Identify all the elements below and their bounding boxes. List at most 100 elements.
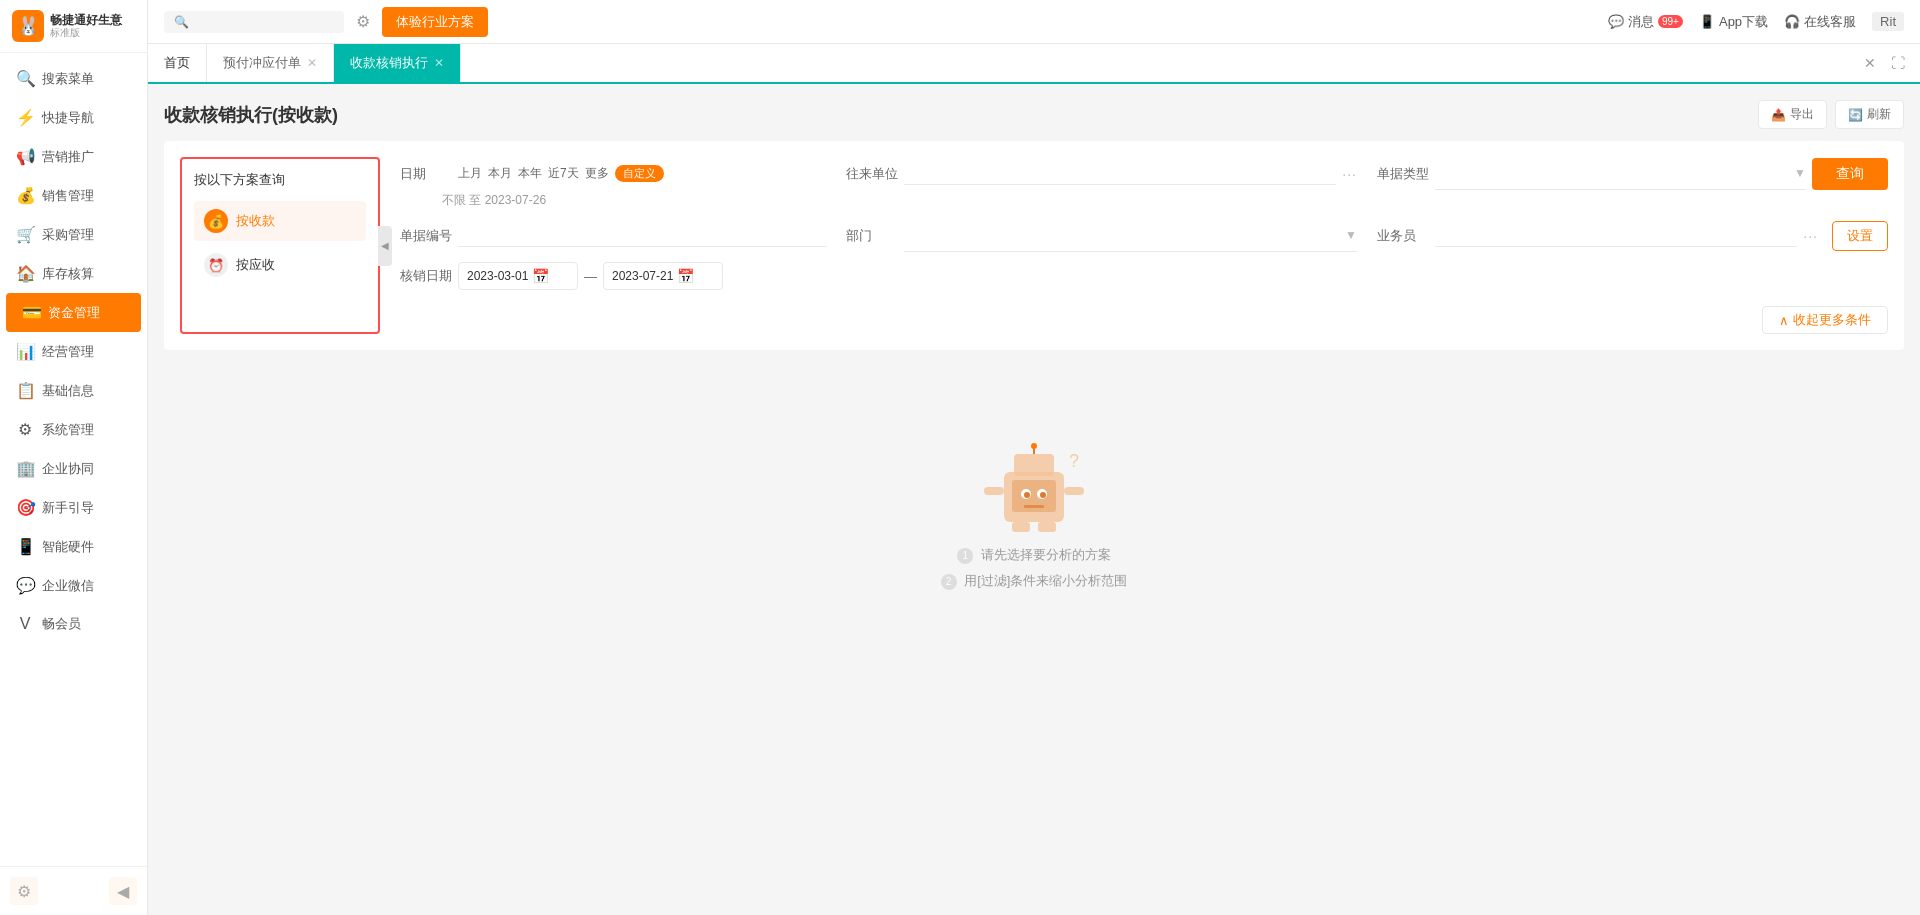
sidebar-item-guide[interactable]: 🎯新手引导: [0, 488, 147, 527]
svg-point-11: [1031, 443, 1037, 449]
query-by-collection[interactable]: 💰 按收款: [194, 201, 366, 241]
collection-tab-close-icon[interactable]: ✕: [434, 56, 444, 70]
message-icon: 💬: [1608, 14, 1624, 29]
member-label: 畅会员: [42, 615, 81, 633]
custom-date-badge[interactable]: 自定义: [615, 165, 664, 182]
guide-icon: 🎯: [16, 498, 34, 517]
username-display[interactable]: Rit: [1872, 12, 1904, 31]
prepay-tab-label: 预付冲应付单: [223, 54, 301, 72]
message-label: 消息: [1628, 13, 1654, 31]
sidebar-item-member[interactable]: V畅会员: [0, 605, 147, 643]
collapse-sidebar-icon[interactable]: ◀: [109, 877, 137, 905]
doc-type-select[interactable]: [1435, 161, 1790, 185]
home-tab-label: 首页: [164, 54, 190, 72]
more-date-btn[interactable]: 更多: [585, 165, 609, 182]
inventory-icon: 🏠: [16, 264, 34, 283]
sidebar-item-search-menu[interactable]: 🔍搜索菜单: [0, 59, 147, 98]
page-header: 收款核销执行(按收款) 📤 导出 🔄 刷新: [164, 100, 1904, 129]
svg-text:?: ?: [1069, 451, 1079, 471]
svg-rect-6: [1024, 505, 1044, 508]
last-7days-btn[interactable]: 近7天: [548, 165, 579, 182]
service-label: 在线客服: [1804, 13, 1856, 31]
service-icon: 🎧: [1784, 14, 1800, 29]
this-year-btn[interactable]: 本年: [518, 165, 542, 182]
filter-fields-area: 日期 上月 本月 本年 近7天 更多 自定义 往来单位 ···: [400, 157, 1888, 334]
settings-button[interactable]: 设置: [1832, 221, 1888, 251]
expand-tab-btn[interactable]: ⛶: [1886, 51, 1910, 75]
step2-badge: 2: [941, 574, 957, 590]
filter-row-3: 核销日期 2023-03-01 📅 — 2023-07-21 📅: [400, 262, 1888, 290]
counterpart-dots-icon[interactable]: ···: [1342, 166, 1357, 182]
counterpart-filter-cell: 往来单位 ···: [846, 162, 1357, 185]
action-buttons: 查询: [1812, 158, 1888, 190]
writeoff-date-label: 核销日期: [400, 267, 452, 285]
collapse-query-panel-btn[interactable]: ◀: [378, 226, 392, 266]
sidebar-item-hardware[interactable]: 📱智能硬件: [0, 527, 147, 566]
staff-dots-icon[interactable]: ···: [1803, 228, 1818, 244]
topbar-gear-icon[interactable]: ⚙: [356, 12, 370, 31]
sidebar-item-sales[interactable]: 💰销售管理: [0, 176, 147, 215]
service-button[interactable]: 🎧 在线客服: [1784, 13, 1856, 31]
svg-rect-8: [1064, 487, 1084, 495]
query-button[interactable]: 查询: [1812, 158, 1888, 190]
empty-hint-2: 2 用[过滤]条件来缩小分析范围: [941, 568, 1128, 594]
staff-input[interactable]: [1435, 224, 1797, 247]
app-download-button[interactable]: 📱 App下载: [1699, 13, 1768, 31]
sidebar-item-basic-info[interactable]: 📋基础信息: [0, 371, 147, 410]
basic-info-label: 基础信息: [42, 382, 94, 400]
business-icon: 📊: [16, 342, 34, 361]
collapse-more-button[interactable]: ∧ 收起更多条件: [1762, 306, 1888, 334]
writeoff-date-end-input[interactable]: 2023-07-21 📅: [603, 262, 723, 290]
department-select-wrapper[interactable]: ▼: [904, 219, 1357, 252]
sidebar-item-business[interactable]: 📊 经营管理: [0, 332, 147, 371]
business-label: 经营管理: [42, 343, 94, 361]
last-month-btn[interactable]: 上月: [458, 165, 482, 182]
tab-collection[interactable]: 收款核销执行 ✕: [334, 44, 461, 82]
date-label: 日期: [400, 165, 452, 183]
doc-type-select-wrapper[interactable]: ▼: [1435, 157, 1806, 190]
department-select[interactable]: [904, 223, 1341, 247]
writeoff-date-start-input[interactable]: 2023-03-01 📅: [458, 262, 578, 290]
this-month-btn[interactable]: 本月: [488, 165, 512, 182]
writeoff-date-cell: 核销日期 2023-03-01 📅 — 2023-07-21 📅: [400, 262, 1888, 290]
tab-home[interactable]: 首页: [148, 44, 207, 82]
svg-rect-7: [984, 487, 1004, 495]
solution-button[interactable]: 体验行业方案: [382, 7, 488, 37]
svg-rect-12: [1012, 522, 1030, 532]
sidebar-item-purchase[interactable]: 🛒采购管理: [0, 215, 147, 254]
refresh-label: 刷新: [1867, 106, 1891, 123]
export-button[interactable]: 📤 导出: [1758, 100, 1827, 129]
topbar-search-area[interactable]: 🔍: [164, 11, 344, 33]
sidebar-logo: 🐰 畅捷通好生意 标准版: [0, 0, 147, 53]
writeoff-end-value: 2023-07-21: [612, 269, 673, 283]
doc-number-filter-cell: 单据编号: [400, 224, 826, 247]
prepay-tab-close-icon[interactable]: ✕: [307, 56, 317, 70]
step1-badge: 1: [957, 548, 973, 564]
sidebar-item-system[interactable]: ⚙系统管理: [0, 410, 147, 449]
sidebar-item-marketing[interactable]: 📢营销推广: [0, 137, 147, 176]
settings-icon[interactable]: ⚙: [10, 877, 38, 905]
export-icon: 📤: [1771, 108, 1786, 122]
finance-label: 资金管理: [48, 304, 100, 322]
marketing-label: 营销推广: [42, 148, 94, 166]
writeoff-start-value: 2023-03-01: [467, 269, 528, 283]
sidebar-item-corp[interactable]: 🏢企业协同: [0, 449, 147, 488]
search-menu-label: 搜索菜单: [42, 70, 94, 88]
query-type-title: 按以下方案查询: [194, 171, 366, 189]
sidebar-item-inventory[interactable]: 🏠库存核算: [0, 254, 147, 293]
writeoff-start-cal-icon: 📅: [532, 268, 549, 284]
quick-nav-label: 快捷导航: [42, 109, 94, 127]
doc-number-input[interactable]: [458, 224, 826, 247]
page-title: 收款核销执行(按收款): [164, 103, 338, 127]
close-tab-btn[interactable]: ✕: [1858, 51, 1882, 75]
query-by-receivable[interactable]: ⏰ 按应收: [194, 245, 366, 285]
message-button[interactable]: 💬 消息 99+: [1608, 13, 1683, 31]
sidebar-item-quick-nav[interactable]: ⚡快捷导航: [0, 98, 147, 137]
tab-prepay[interactable]: 预付冲应付单 ✕: [207, 44, 334, 82]
counterpart-input[interactable]: [904, 162, 1336, 185]
refresh-button[interactable]: 🔄 刷新: [1835, 100, 1904, 129]
topbar-right: 💬 消息 99+ 📱 App下载 🎧 在线客服 Rit: [1608, 12, 1904, 31]
sidebar-item-wechat[interactable]: 💬企业微信: [0, 566, 147, 605]
department-label: 部门: [846, 227, 898, 245]
sidebar-item-finance[interactable]: 💳资金管理: [6, 293, 141, 332]
